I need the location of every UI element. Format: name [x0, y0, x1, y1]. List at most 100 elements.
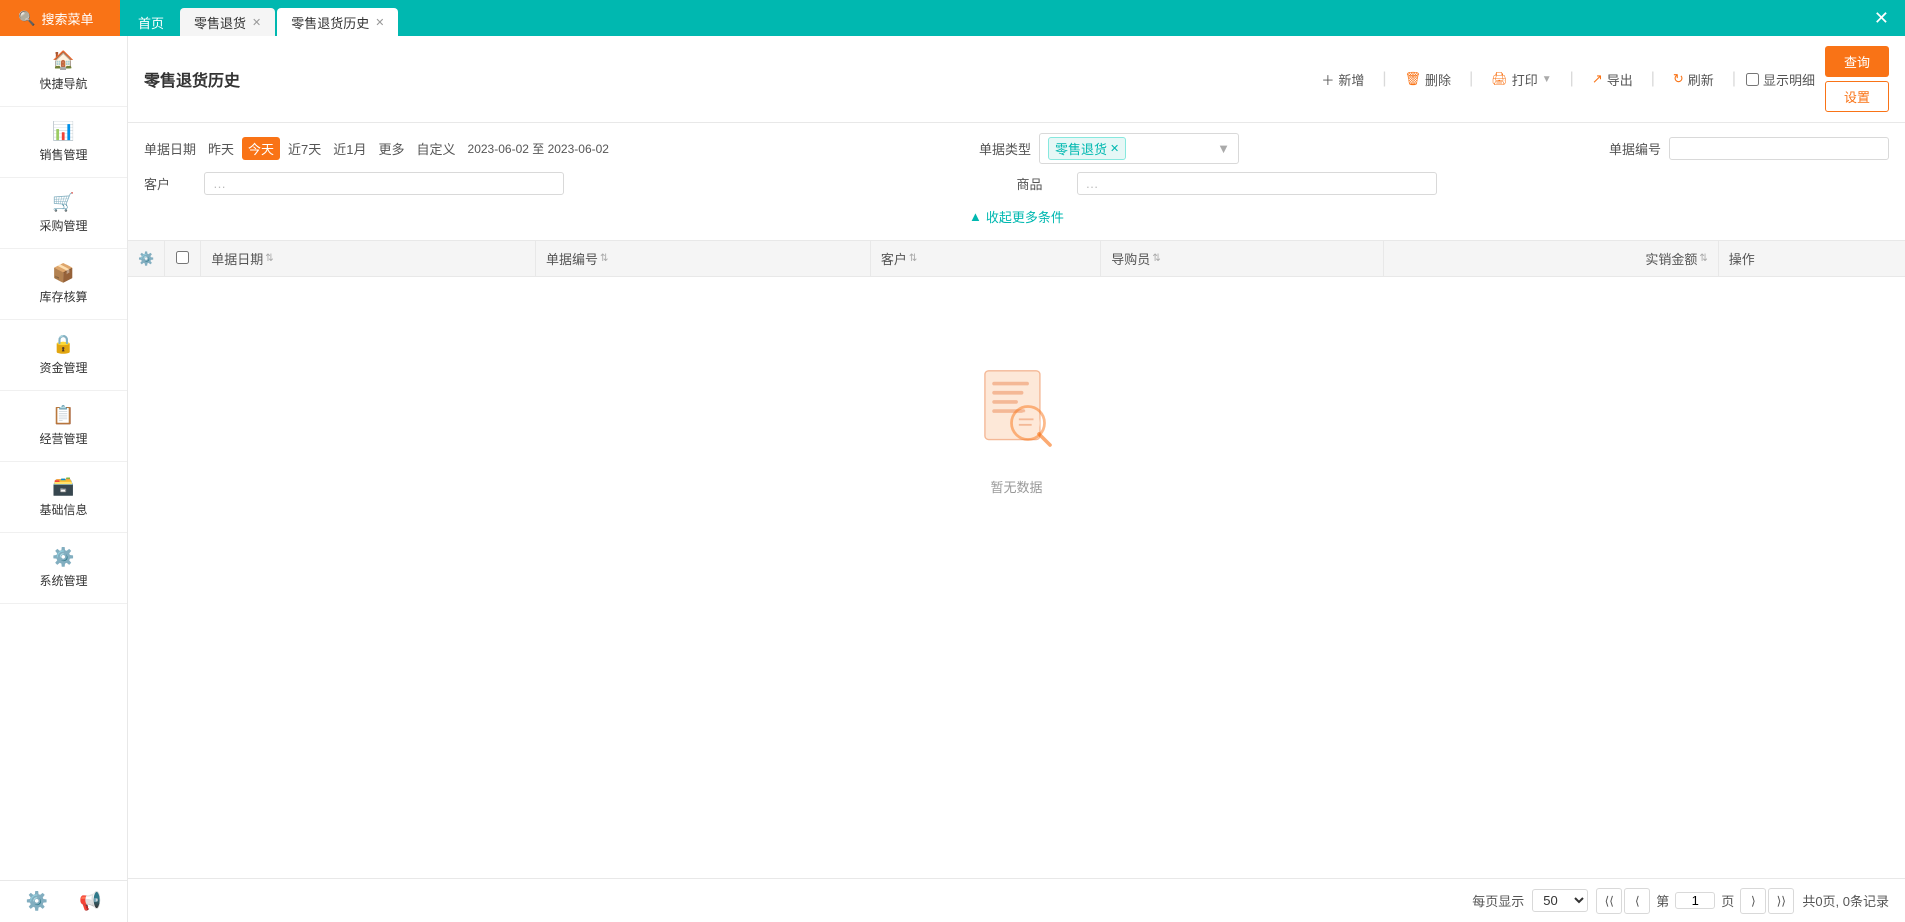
data-table: ⚙️ 单据日期 ⇅ 单据编号 — [128, 241, 1905, 277]
page-suffix: 页 — [1717, 891, 1738, 910]
date-btn-today[interactable]: 今天 — [242, 137, 280, 160]
export-button[interactable]: ↗ 导出 — [1584, 66, 1641, 93]
finance-icon: 🔒 — [52, 334, 74, 355]
th-customer-sort[interactable]: 客户 ⇅ — [881, 249, 1090, 268]
first-page-button[interactable]: ⟨⟨ — [1596, 888, 1622, 914]
date-btn-custom[interactable]: 自定义 — [413, 137, 460, 160]
tab-home-label: 首页 — [138, 13, 164, 32]
export-label: 导出 — [1607, 70, 1633, 89]
top-bar: 🔍 搜索菜单 首页 零售退货 ✕ 零售退货历史 ✕ ✕ — [0, 0, 1905, 36]
export-icon: ↗ — [1592, 71, 1603, 87]
top-bar-right: ✕ — [1874, 8, 1905, 29]
date-btn-7days[interactable]: 近7天 — [284, 137, 325, 160]
type-tag-close[interactable]: ✕ — [1110, 142, 1119, 155]
th-date: 单据日期 ⇅ — [201, 241, 536, 277]
sidebar-item-sales-mgmt[interactable]: 📊 销售管理 — [0, 107, 127, 178]
page-label: 第 — [1652, 891, 1673, 910]
divider5: | — [1732, 70, 1736, 88]
content-area: 零售退货历史 ＋ 新增 | 🗑 删除 | 🖨 打印 ▼ | — [128, 36, 1905, 922]
voucher-filter-input[interactable] — [1669, 137, 1889, 160]
sidebar-item-inventory[interactable]: 📦 库存核算 — [0, 249, 127, 320]
th-amount-sort[interactable]: 实销金额 ⇅ — [1394, 249, 1708, 268]
tab-home[interactable]: 首页 — [124, 8, 178, 36]
th-date-sort[interactable]: 单据日期 ⇅ — [211, 249, 525, 268]
search-menu-button[interactable]: 🔍 搜索菜单 — [0, 0, 120, 36]
tab-retail-return-history-label: 零售退货历史 — [291, 13, 369, 32]
page-nav: ⟨⟨ ⟨ 第 页 ⟩ ⟩⟩ — [1596, 888, 1794, 914]
th-guide: 导购员 ⇅ — [1101, 241, 1384, 277]
show-detail-checkbox[interactable] — [1746, 73, 1759, 86]
select-all-checkbox[interactable] — [176, 251, 189, 264]
sidebar-item-finance[interactable]: 🔒 资金管理 — [0, 320, 127, 391]
add-button[interactable]: ＋ 新增 — [1313, 66, 1372, 93]
next-page-button[interactable]: ⟩ — [1740, 888, 1766, 914]
inventory-icon: 📦 — [52, 263, 74, 284]
date-btn-yesterday[interactable]: 昨天 — [204, 137, 238, 160]
delete-icon: 🗑 — [1405, 71, 1422, 87]
th-customer: 客户 ⇅ — [870, 241, 1100, 277]
date-btn-more[interactable]: 更多 — [375, 137, 409, 160]
th-guide-label: 导购员 — [1111, 249, 1150, 268]
main-layout: 🏠 快捷导航 📊 销售管理 🛒 采购管理 📦 库存核算 🔒 资金管理 📋 经营管… — [0, 36, 1905, 922]
th-date-label: 单据日期 — [211, 249, 263, 268]
per-page-select[interactable]: 20 50 100 — [1532, 889, 1588, 912]
tab-retail-return-history-close[interactable]: ✕ — [375, 16, 384, 29]
search-menu-label: 搜索菜单 — [41, 9, 93, 28]
sidebar-item-operations[interactable]: 📋 经营管理 — [0, 391, 127, 462]
th-voucher-label: 单据编号 — [546, 249, 598, 268]
customer-ellipsis: … — [213, 176, 226, 191]
th-voucher-sort[interactable]: 单据编号 ⇅ — [546, 249, 860, 268]
no-data-text: 暂无数据 — [990, 477, 1042, 496]
date-btn-1month[interactable]: 近1月 — [329, 137, 370, 160]
refresh-button[interactable]: ↻ 刷新 — [1665, 66, 1722, 93]
sidebar-label-finance: 资金管理 — [39, 359, 87, 376]
page-number-input[interactable] — [1675, 892, 1715, 909]
sidebar-item-quick-nav[interactable]: 🏠 快捷导航 — [0, 36, 127, 107]
collapse-button[interactable]: ▲ 收起更多条件 — [969, 207, 1064, 226]
th-actions: 操作 — [1718, 241, 1905, 277]
th-settings[interactable]: ⚙️ — [128, 241, 165, 277]
tab-retail-return-close[interactable]: ✕ — [252, 16, 261, 29]
sidebar-item-basic-info[interactable]: 🗃️ 基础信息 — [0, 462, 127, 533]
tab-retail-return-label: 零售退货 — [194, 13, 246, 32]
add-label: 新增 — [1338, 70, 1364, 89]
tab-retail-return[interactable]: 零售退货 ✕ — [180, 8, 275, 36]
th-voucher: 单据编号 ⇅ — [536, 241, 871, 277]
no-data-illustration — [962, 357, 1072, 467]
type-select-arrow: ▼ — [1217, 141, 1230, 156]
show-detail-label: 显示明细 — [1746, 70, 1815, 89]
filter-row-2: 客户 … 商品 … — [144, 172, 1889, 195]
delete-label: 删除 — [1425, 70, 1451, 89]
type-filter-label: 单据类型 — [979, 139, 1039, 158]
th-actions-label: 操作 — [1729, 252, 1755, 267]
last-page-button[interactable]: ⟩⟩ — [1768, 888, 1794, 914]
type-tag-label: 零售退货 — [1055, 139, 1107, 158]
print-dropdown-icon: ▼ — [1542, 74, 1552, 85]
pagination-bar: 每页显示 20 50 100 ⟨⟨ ⟨ 第 页 ⟩ ⟩⟩ 共0页, 0条记录 — [128, 878, 1905, 922]
sidebar-item-purchase-mgmt[interactable]: 🛒 采购管理 — [0, 178, 127, 249]
date-filter-label: 单据日期 — [144, 139, 204, 158]
show-detail-text: 显示明细 — [1763, 70, 1815, 89]
top-bar-left: 🔍 搜索菜单 首页 零售退货 ✕ 零售退货历史 ✕ — [0, 0, 400, 36]
page-title: 零售退货历史 — [144, 67, 240, 91]
sidebar-item-system[interactable]: ⚙️ 系统管理 — [0, 533, 127, 604]
delete-button[interactable]: 🗑 删除 — [1397, 66, 1460, 93]
divider3: | — [1570, 70, 1574, 88]
window-close-button[interactable]: ✕ — [1874, 8, 1889, 29]
filter-area: 单据日期 昨天 今天 近7天 近1月 更多 自定义 2023-06-02 至 2… — [128, 123, 1905, 241]
sidebar-label-operations: 经营管理 — [39, 430, 87, 447]
th-guide-sort[interactable]: 导购员 ⇅ — [1111, 249, 1373, 268]
query-button[interactable]: 查询 — [1825, 46, 1889, 77]
settings-button[interactable]: 设置 — [1825, 81, 1889, 112]
prev-page-button[interactable]: ⟨ — [1624, 888, 1650, 914]
print-button[interactable]: 🖨 打印 ▼ — [1483, 66, 1559, 93]
settings-bottom-icon[interactable]: ⚙️ — [26, 891, 48, 912]
type-filter-select[interactable]: 零售退货 ✕ ▼ — [1039, 133, 1239, 164]
sidebar: 🏠 快捷导航 📊 销售管理 🛒 采购管理 📦 库存核算 🔒 资金管理 📋 经营管… — [0, 36, 128, 922]
sidebar-label-quick-nav: 快捷导航 — [39, 75, 87, 92]
speaker-bottom-icon[interactable]: 📢 — [79, 891, 101, 912]
collapse-up-icon: ▲ — [969, 209, 982, 224]
search-icon: 🔍 — [18, 10, 35, 27]
th-amount-label: 实销金额 — [1645, 249, 1697, 268]
tab-retail-return-history[interactable]: 零售退货历史 ✕ — [277, 8, 398, 36]
